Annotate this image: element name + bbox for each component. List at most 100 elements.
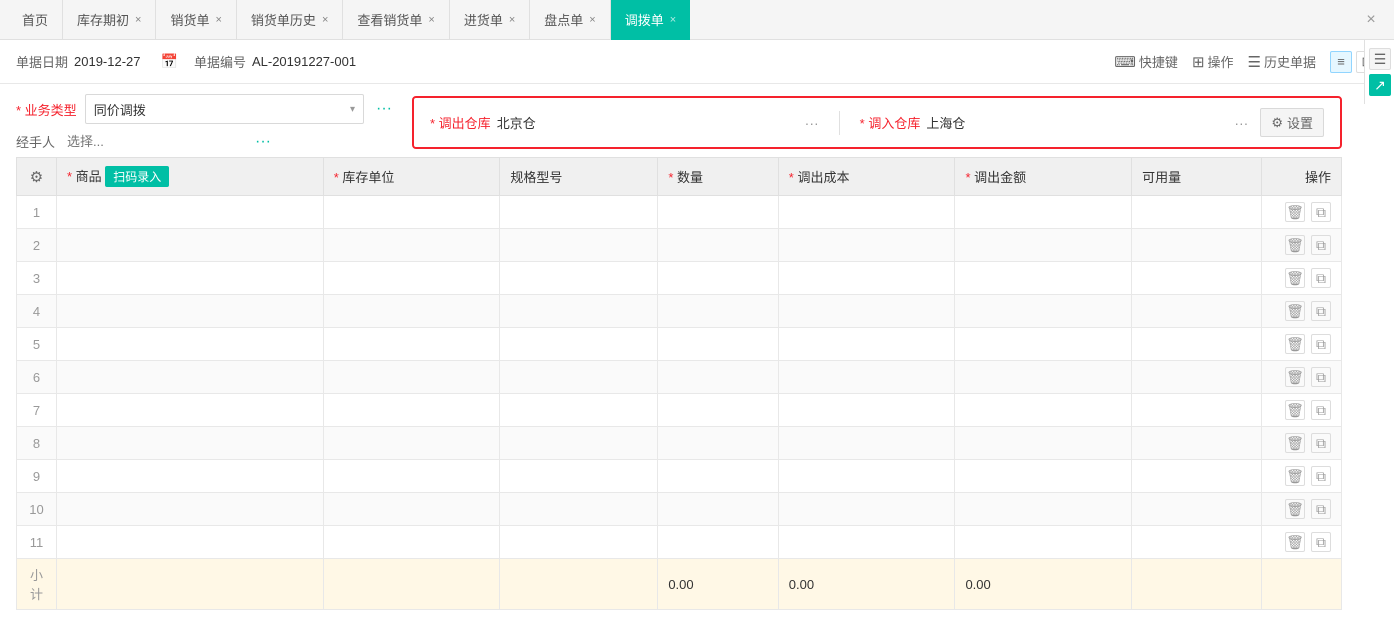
shortcut-button[interactable]: ⌨ 快捷键 [1114,52,1178,71]
cell-unit[interactable] [323,262,500,295]
close-view-sales[interactable]: × [428,14,434,26]
history-button[interactable]: ☰ 历史单据 [1248,52,1316,71]
cell-available[interactable] [1132,229,1262,262]
warehouse-out-more[interactable]: ··· [805,115,819,131]
cell-spec[interactable] [500,526,658,559]
delete-row-icon[interactable]: 🗑 [1285,367,1305,387]
cell-unit[interactable] [323,493,500,526]
tab-inventory-check[interactable]: 盘点单 × [530,0,610,40]
close-inventory-init[interactable]: × [135,14,141,26]
cell-product[interactable] [57,493,324,526]
cell-product[interactable] [57,526,324,559]
cell-qty[interactable] [658,460,778,493]
tab-home[interactable]: 首页 [8,0,63,40]
copy-row-icon[interactable]: ⧉ [1311,433,1331,453]
cell-amount[interactable] [955,229,1132,262]
close-transfer-order[interactable]: × [670,14,676,26]
close-all-tabs[interactable]: × [1356,0,1386,40]
business-type-more[interactable]: ··· [372,100,396,118]
tab-view-sales[interactable]: 查看销货单 × [343,0,449,40]
cell-available[interactable] [1132,427,1262,460]
cell-spec[interactable] [500,493,658,526]
cell-amount[interactable] [955,328,1132,361]
close-purchase-order[interactable]: × [509,14,515,26]
list-layout-icon[interactable]: ≡ [1330,51,1352,73]
operate-button[interactable]: ⊞ 操作 [1192,52,1234,71]
copy-row-icon[interactable]: ⧉ [1311,466,1331,486]
cell-qty[interactable] [658,196,778,229]
cell-spec[interactable] [500,361,658,394]
cell-amount[interactable] [955,361,1132,394]
cell-unit[interactable] [323,394,500,427]
cell-cost[interactable] [778,361,955,394]
cell-unit[interactable] [323,229,500,262]
cell-cost[interactable] [778,493,955,526]
cell-qty[interactable] [658,361,778,394]
cell-amount[interactable] [955,295,1132,328]
cell-cost[interactable] [778,427,955,460]
cell-spec[interactable] [500,295,658,328]
cell-unit[interactable] [323,328,500,361]
warehouse-in-more[interactable]: ··· [1234,115,1248,131]
delete-row-icon[interactable]: 🗑 [1285,433,1305,453]
settings-button[interactable]: ⚙ 设置 [1260,108,1324,137]
delete-row-icon[interactable]: 🗑 [1285,268,1305,288]
cell-unit[interactable] [323,361,500,394]
cell-product[interactable] [57,460,324,493]
cell-unit[interactable] [323,295,500,328]
cell-amount[interactable] [955,526,1132,559]
cell-cost[interactable] [778,262,955,295]
cell-unit[interactable] [323,196,500,229]
cell-available[interactable] [1132,262,1262,295]
cell-qty[interactable] [658,229,778,262]
cell-product[interactable] [57,394,324,427]
cell-spec[interactable] [500,262,658,295]
delete-row-icon[interactable]: 🗑 [1285,532,1305,552]
copy-row-icon[interactable]: ⧉ [1311,301,1331,321]
cell-amount[interactable] [955,262,1132,295]
cell-available[interactable] [1132,526,1262,559]
delete-row-icon[interactable]: 🗑 [1285,301,1305,321]
tab-sales-history[interactable]: 销货单历史 × [237,0,343,40]
cell-spec[interactable] [500,196,658,229]
cell-amount[interactable] [955,460,1132,493]
copy-row-icon[interactable]: ⧉ [1311,334,1331,354]
cell-spec[interactable] [500,328,658,361]
close-sales-order[interactable]: × [215,14,221,26]
copy-row-icon[interactable]: ⧉ [1311,268,1331,288]
cell-qty[interactable] [658,493,778,526]
cell-qty[interactable] [658,526,778,559]
cell-available[interactable] [1132,361,1262,394]
copy-row-icon[interactable]: ⧉ [1311,235,1331,255]
delete-row-icon[interactable]: 🗑 [1285,466,1305,486]
copy-row-icon[interactable]: ⧉ [1311,400,1331,420]
cell-amount[interactable] [955,493,1132,526]
scroll-area[interactable]: ⚙ 商品 扫码录入 库存单位 规格型号 数量 调出成本 调出金额 可用量 操作 [16,157,1342,621]
delete-row-icon[interactable]: 🗑 [1285,400,1305,420]
copy-row-icon[interactable]: ⧉ [1311,367,1331,387]
column-settings-icon[interactable]: ⚙ [30,169,43,186]
scan-button[interactable]: 扫码录入 [105,166,169,187]
delete-row-icon[interactable]: 🗑 [1285,334,1305,354]
cell-qty[interactable] [658,328,778,361]
cell-product[interactable] [57,361,324,394]
cell-spec[interactable] [500,394,658,427]
cell-qty[interactable] [658,427,778,460]
cell-cost[interactable] [778,394,955,427]
cell-available[interactable] [1132,493,1262,526]
cell-product[interactable] [57,262,324,295]
copy-row-icon[interactable]: ⧉ [1311,202,1331,222]
copy-row-icon[interactable]: ⧉ [1311,532,1331,552]
cell-product[interactable] [57,229,324,262]
copy-row-icon[interactable]: ⧉ [1311,499,1331,519]
cell-cost[interactable] [778,196,955,229]
close-inventory-check[interactable]: × [589,14,595,26]
cell-spec[interactable] [500,229,658,262]
handler-input[interactable] [67,134,243,149]
cell-product[interactable] [57,427,324,460]
calendar-icon[interactable]: 📅 [161,53,178,70]
tab-sales-order[interactable]: 销货单 × [156,0,236,40]
delete-row-icon[interactable]: 🗑 [1285,235,1305,255]
right-panel-list-icon[interactable]: ☰ [1369,48,1391,70]
cell-cost[interactable] [778,229,955,262]
